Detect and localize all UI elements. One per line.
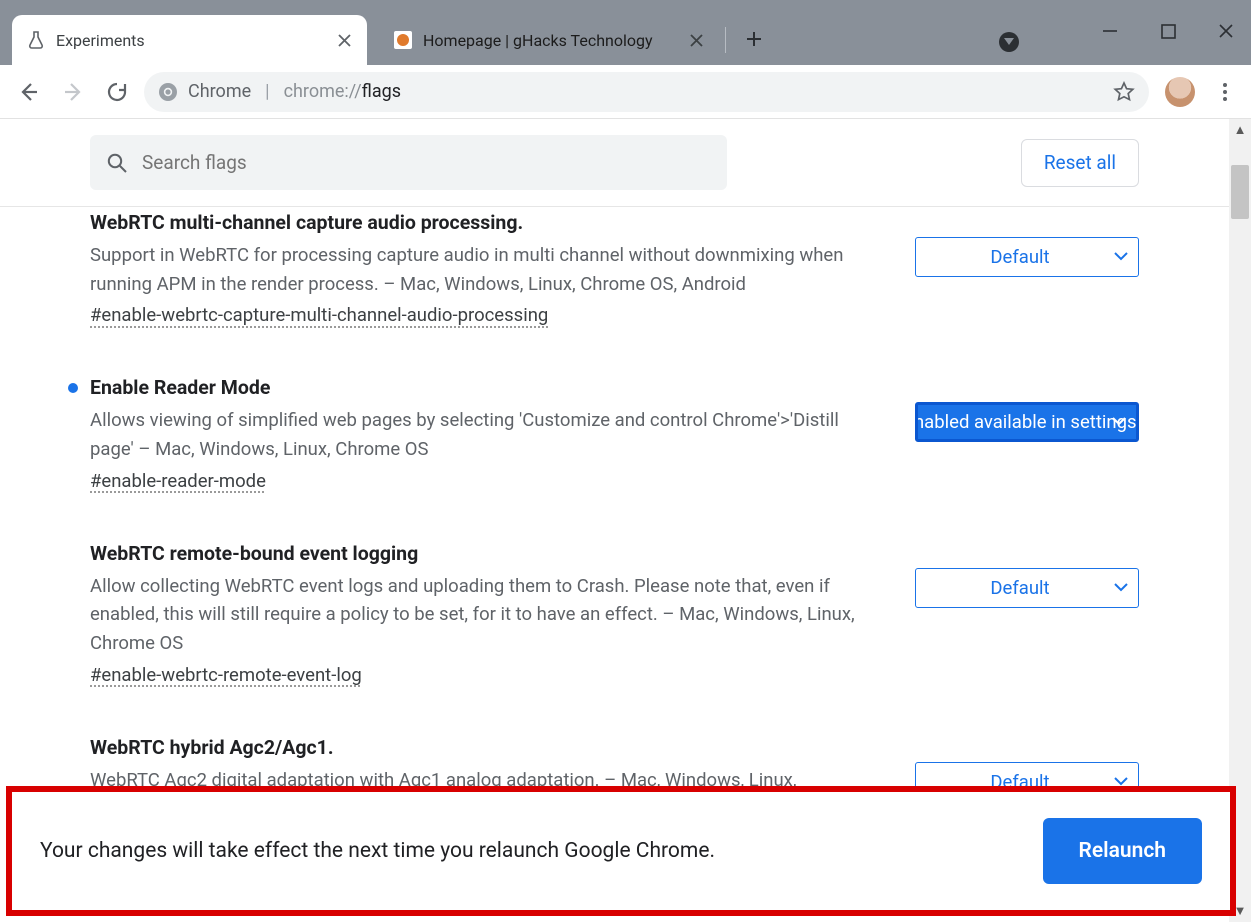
chevron-down-icon <box>1112 417 1126 427</box>
address-bar[interactable]: Chrome | chrome://flags <box>144 72 1149 112</box>
flag-title: Enable Reader Mode <box>90 376 875 399</box>
relaunch-message: Your changes will take effect the next t… <box>40 839 715 863</box>
scroll-up-icon[interactable]: ▲ <box>1229 119 1251 141</box>
flag-title: WebRTC hybrid Agc2/Agc1. <box>90 736 875 759</box>
chevron-down-icon <box>1114 252 1128 262</box>
flask-icon <box>26 30 46 50</box>
browser-toolbar: Chrome | chrome://flags <box>0 65 1251 119</box>
flags-page: Reset all WebRTC multi-channel capture a… <box>0 119 1251 922</box>
close-icon[interactable] <box>335 31 353 49</box>
flag-dropdown-value: Default <box>990 577 1049 599</box>
flag-hash-link[interactable]: #enable-webrtc-capture-multi-channel-aud… <box>90 304 548 326</box>
flag-dropdown-value: Enabled available in settings <box>915 411 1137 433</box>
minimize-button[interactable] <box>1099 20 1121 42</box>
search-icon <box>106 152 128 174</box>
flag-description: Support in WebRTC for processing capture… <box>90 241 875 298</box>
modified-indicator-icon <box>68 383 78 393</box>
chevron-down-icon <box>1114 583 1128 593</box>
search-flags-box[interactable] <box>90 135 727 190</box>
tab-title: Homepage | gHacks Technology <box>423 31 677 50</box>
flag-title: WebRTC multi-channel capture audio proce… <box>90 211 875 234</box>
tab-separator <box>725 27 726 53</box>
close-icon[interactable] <box>687 31 705 49</box>
flags-header: Reset all <box>0 119 1229 207</box>
tab-strip: Experiments Homepage | gHacks Technology <box>0 0 1251 65</box>
flag-hash-link[interactable]: #enable-webrtc-remote-event-log <box>90 664 362 686</box>
tab-ghacks[interactable]: Homepage | gHacks Technology <box>379 15 719 65</box>
ghacks-favicon <box>393 30 413 50</box>
close-window-button[interactable] <box>1215 20 1237 42</box>
flag-description: Allow collecting WebRTC event logs and u… <box>90 572 875 658</box>
chrome-page-icon <box>158 82 178 102</box>
flag-title: WebRTC remote-bound event logging <box>90 542 875 565</box>
window-controls <box>1099 20 1237 42</box>
flag-item: WebRTC multi-channel capture audio proce… <box>0 211 1229 370</box>
search-flags-input[interactable] <box>142 151 711 174</box>
flag-description: Allows viewing of simplified web pages b… <box>90 406 875 463</box>
reset-all-button[interactable]: Reset all <box>1021 139 1139 187</box>
new-tab-button[interactable] <box>738 23 770 55</box>
forward-button[interactable] <box>56 75 90 109</box>
url-text: chrome://flags <box>284 81 402 102</box>
flag-item: Enable Reader Mode Allows viewing of sim… <box>0 376 1229 535</box>
tab-experiments[interactable]: Experiments <box>12 15 367 65</box>
flag-dropdown[interactable]: Default <box>915 237 1139 277</box>
relaunch-button[interactable]: Relaunch <box>1043 818 1203 884</box>
flag-dropdown[interactable]: Default <box>915 568 1139 608</box>
flag-item: WebRTC remote-bound event logging Allow … <box>0 542 1229 730</box>
maximize-button[interactable] <box>1157 20 1179 42</box>
chrome-menu-button[interactable] <box>1211 78 1239 106</box>
relaunch-banner: Your changes will take effect the next t… <box>6 786 1236 916</box>
url-separator: | <box>265 81 269 102</box>
flag-dropdown[interactable]: Enabled available in settings <box>915 402 1139 442</box>
bookmark-star-icon[interactable] <box>1113 81 1135 103</box>
profile-avatar[interactable] <box>1165 77 1195 107</box>
tab-title: Experiments <box>56 31 325 50</box>
url-scheme-label: Chrome <box>188 81 251 102</box>
scrollbar-thumb[interactable] <box>1231 165 1249 219</box>
flag-hash-link[interactable]: #enable-reader-mode <box>90 470 266 492</box>
flag-dropdown-value: Default <box>990 246 1049 268</box>
extension-shield-icon[interactable] <box>999 32 1019 52</box>
back-button[interactable] <box>12 75 46 109</box>
reload-button[interactable] <box>100 75 134 109</box>
